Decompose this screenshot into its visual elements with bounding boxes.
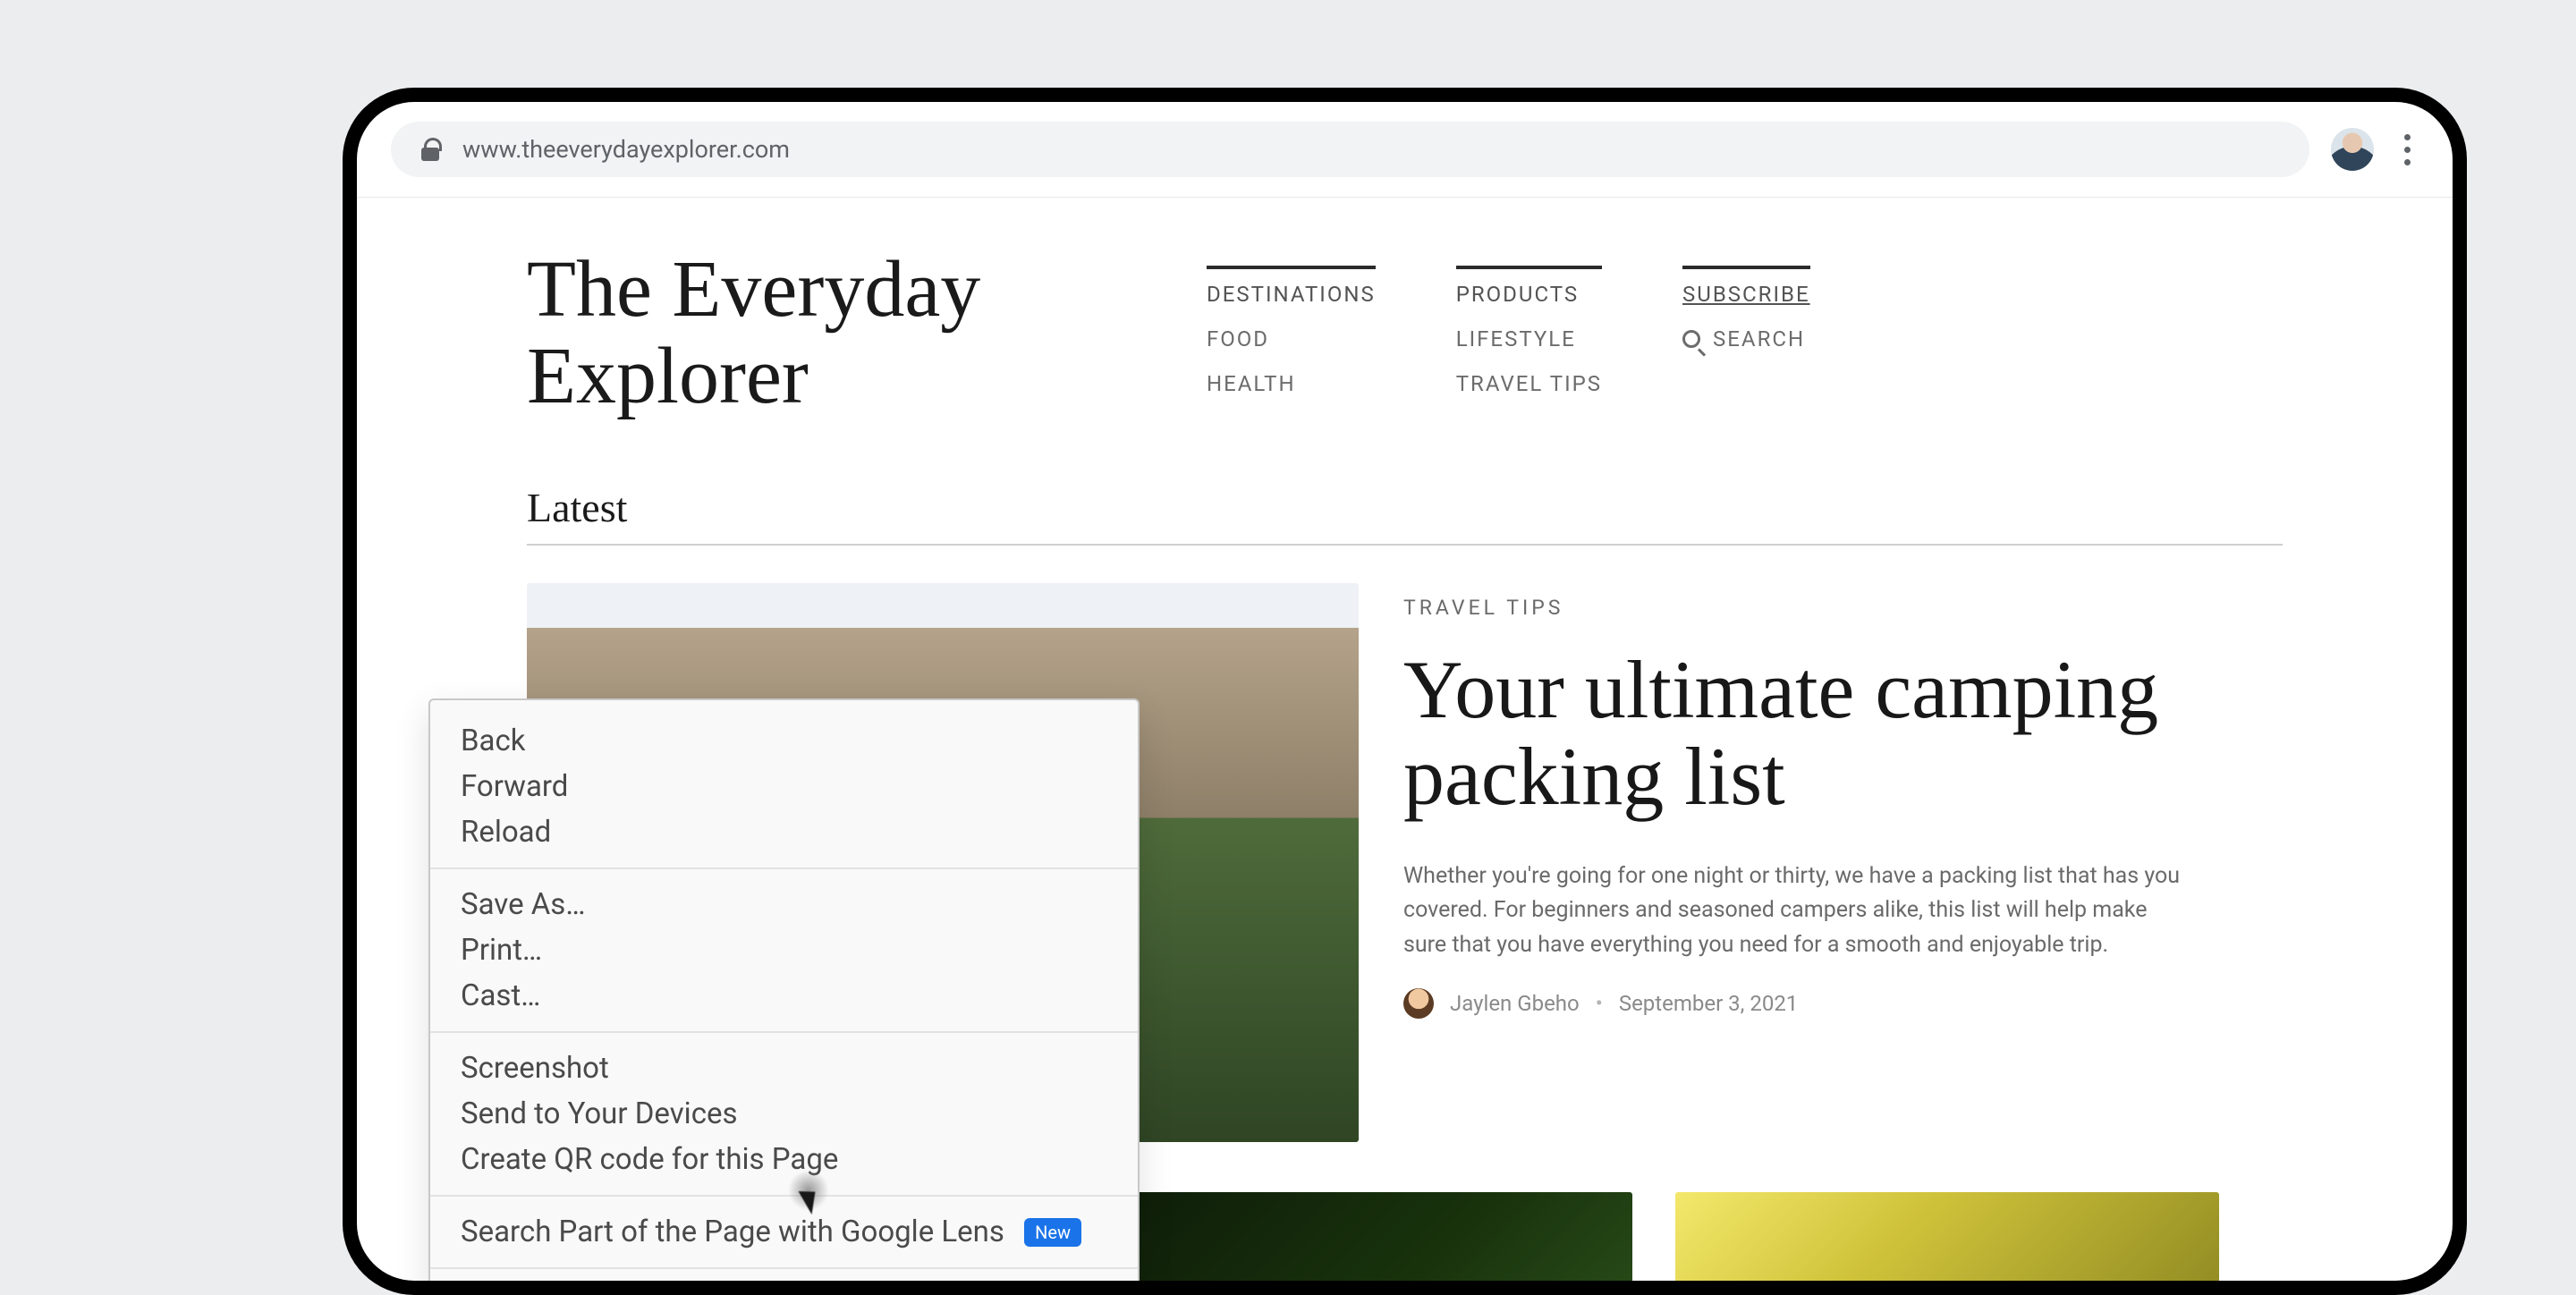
nav-products[interactable]: PRODUCTS — [1456, 266, 1602, 307]
thumb-3[interactable] — [1675, 1192, 2219, 1281]
article-byline: Jaylen Gbeho • September 3, 2021 — [1403, 988, 2283, 1019]
ctx-qr-code[interactable]: Create QR code for this Page — [430, 1137, 1138, 1182]
ctx-save-as[interactable]: Save As… — [430, 882, 1138, 927]
ctx-screenshot[interactable]: Screenshot — [430, 1045, 1138, 1091]
page-content: The Everyday Explorer DESTINATIONS FOOD … — [357, 198, 2453, 1281]
article-author: Jaylen Gbeho — [1450, 991, 1580, 1016]
context-menu: Back Forward Reload Save As… Print… Cast… — [428, 698, 1140, 1281]
nav-health[interactable]: HEALTH — [1207, 368, 1376, 396]
search-icon — [1682, 330, 1700, 348]
nav-travel-tips[interactable]: TRAVEL TIPS — [1456, 368, 1602, 396]
url-bar[interactable]: www.theeverydayexplorer.com — [391, 122, 2309, 177]
ctx-reload[interactable]: Reload — [430, 809, 1138, 855]
ctx-google-lens[interactable]: Search Part of the Page with Google Lens… — [430, 1209, 1138, 1255]
thumb-2[interactable] — [1101, 1192, 1632, 1281]
browser-viewport: www.theeverydayexplorer.com The Everyday… — [357, 102, 2453, 1281]
ctx-back[interactable]: Back — [430, 718, 1138, 764]
browser-toolbar: www.theeverydayexplorer.com — [357, 102, 2453, 198]
article-category: TRAVEL TIPS — [1403, 596, 2283, 620]
article-title: Your ultimate camping packing list — [1403, 647, 2283, 819]
url-text: www.theeverydayexplorer.com — [462, 135, 790, 164]
nav-destinations[interactable]: DESTINATIONS — [1207, 266, 1376, 307]
new-badge: New — [1024, 1218, 1081, 1247]
nav-lifestyle[interactable]: LIFESTYLE — [1456, 323, 1602, 351]
nav-food[interactable]: FOOD — [1207, 323, 1376, 351]
ctx-print[interactable]: Print… — [430, 927, 1138, 973]
ctx-google-lens-label: Search Part of the Page with Google Lens — [461, 1215, 1004, 1249]
author-avatar — [1403, 988, 1434, 1019]
ctx-forward[interactable]: Forward — [430, 764, 1138, 809]
ctx-send-devices[interactable]: Send to Your Devices — [430, 1091, 1138, 1137]
lock-icon — [421, 138, 439, 161]
section-latest: Latest — [527, 484, 2283, 546]
browser-menu-icon[interactable] — [2395, 134, 2419, 165]
profile-avatar[interactable] — [2331, 128, 2374, 171]
nav-search[interactable]: SEARCH — [1682, 323, 1810, 351]
device-frame: www.theeverydayexplorer.com The Everyday… — [343, 88, 2467, 1295]
site-nav: DESTINATIONS FOOD HEALTH PRODUCTS LIFEST… — [1207, 246, 1810, 396]
site-title: The Everyday Explorer — [527, 246, 1099, 419]
nav-search-label: SEARCH — [1713, 326, 1805, 351]
ctx-cast[interactable]: Cast… — [430, 973, 1138, 1019]
article-summary: Whether you're going for one night or th… — [1403, 859, 2190, 963]
nav-subscribe[interactable]: SUBSCRIBE — [1682, 266, 1810, 307]
article-date: September 3, 2021 — [1619, 991, 1798, 1016]
